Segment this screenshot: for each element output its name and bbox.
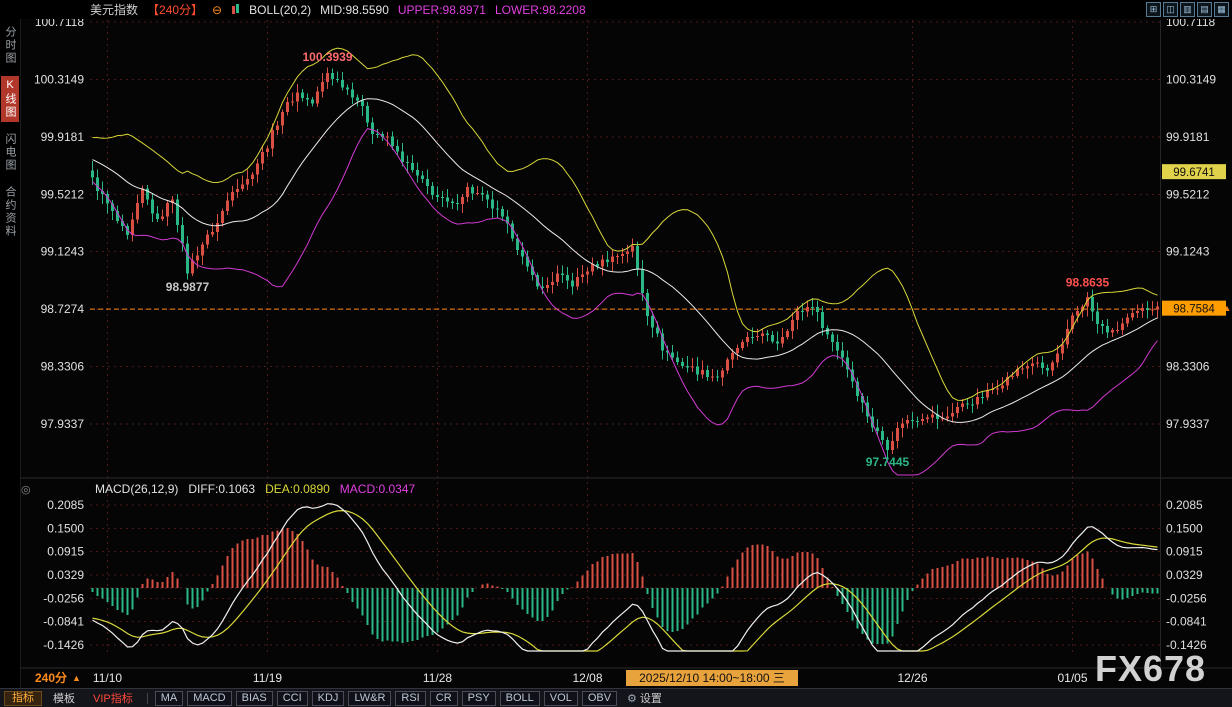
svg-text:0.2085: 0.2085: [47, 498, 84, 512]
window-layout-icon-3[interactable]: ▥: [1180, 2, 1195, 17]
gear-icon: ⚙: [627, 692, 637, 705]
tab-vip-indicators[interactable]: VIP指标: [86, 690, 140, 706]
svg-text:99.6741: 99.6741: [1173, 167, 1215, 179]
svg-text:99.9181: 99.9181: [1166, 130, 1210, 144]
indicator-kdj-button[interactable]: KDJ: [312, 691, 345, 706]
svg-text:-0.0841: -0.0841: [1166, 615, 1207, 629]
macd-panel-icon[interactable]: ◎: [21, 483, 31, 496]
settings-button[interactable]: ⚙ 设置: [627, 690, 662, 706]
boll-mid-value: MID:98.5590: [320, 3, 389, 17]
macd-diff-value: DIFF:0.1063: [188, 482, 255, 496]
svg-text:98.3306: 98.3306: [41, 360, 85, 374]
boll-upper-value: UPPER:98.8971: [398, 3, 486, 17]
svg-text:97.9337: 97.9337: [1166, 417, 1210, 431]
svg-text:0.0329: 0.0329: [47, 568, 84, 582]
macd-histogram: [93, 528, 1158, 644]
window-layout-icon-4[interactable]: ▤: [1197, 2, 1212, 17]
sidebar-item-contract-info[interactable]: 合约资料: [1, 183, 19, 241]
svg-text:11/10: 11/10: [93, 671, 122, 685]
date-axis: 11/10 11/19 11/28 12/08 12/26 01/05 2025/12/10…: [35, 670, 1088, 686]
svg-text:0.0915: 0.0915: [1166, 545, 1203, 559]
svg-text:2025/12/10 14:00~18:00 三: 2025/12/10 14:00~18:00 三: [639, 671, 785, 685]
boll-upper-line: [93, 48, 1158, 400]
macd-dea-value: DEA:0.0890: [265, 482, 330, 496]
grid-lines: [20, 20, 1232, 668]
svg-text:-0.1426: -0.1426: [43, 638, 84, 652]
indicator-vol-button[interactable]: VOL: [544, 691, 578, 706]
macd-params-label[interactable]: MACD(26,12,9): [95, 482, 178, 496]
candlestick-icon: [231, 4, 240, 15]
indicator-psy-button[interactable]: PSY: [462, 691, 496, 706]
svg-text:0.1500: 0.1500: [47, 521, 84, 535]
svg-text:-0.0256: -0.0256: [43, 591, 84, 605]
left-sidebar: 分时图 K线图 闪电图 合约资料: [0, 19, 21, 689]
svg-text:99.9181: 99.9181: [41, 130, 85, 144]
indicator-macd-button[interactable]: MACD: [187, 691, 231, 706]
svg-text:11/28: 11/28: [423, 671, 452, 685]
svg-text:11/19: 11/19: [253, 671, 282, 685]
candlesticks: [91, 67, 1159, 459]
bottom-toolbar: 指标 模板 VIP指标 MA MACD BIAS CCI KDJ LW&R RS…: [0, 688, 1232, 707]
svg-text:99.5212: 99.5212: [1166, 187, 1210, 201]
svg-text:98.7584: 98.7584: [1173, 304, 1215, 316]
svg-text:98.7274: 98.7274: [41, 302, 85, 316]
svg-text:01/05: 01/05: [1057, 671, 1087, 685]
tab-indicators[interactable]: 指标: [4, 691, 42, 706]
fx678-watermark: FX678: [1095, 648, 1206, 690]
collapse-icon[interactable]: ⊖: [212, 3, 222, 17]
svg-text:98.9877: 98.9877: [166, 280, 210, 294]
window-layout-icon-5[interactable]: ▦: [1214, 2, 1229, 17]
svg-text:100.3149: 100.3149: [34, 72, 84, 86]
svg-text:97.7445: 97.7445: [866, 455, 910, 469]
svg-text:98.8635: 98.8635: [1066, 276, 1110, 290]
svg-text:-0.0841: -0.0841: [43, 615, 84, 629]
settings-label: 设置: [640, 690, 662, 706]
chart-canvas[interactable]: 100.7118100.7118100.3149100.314999.91819…: [0, 0, 1232, 707]
svg-text:12/26: 12/26: [897, 671, 927, 685]
sidebar-item-time-chart[interactable]: 分时图: [1, 23, 19, 68]
indicator-obv-button[interactable]: OBV: [582, 691, 617, 706]
boll-lower-value: LOWER:98.2208: [495, 3, 586, 17]
indicator-ma-button[interactable]: MA: [155, 691, 184, 706]
trading-app-window: 100.7118100.7118100.3149100.314999.91819…: [0, 0, 1232, 707]
boll-indicator-label[interactable]: BOLL(20,2): [249, 3, 311, 17]
symbol-title: 美元指数: [90, 1, 138, 18]
svg-text:0.2085: 0.2085: [1166, 498, 1203, 512]
svg-text:100.3939: 100.3939: [302, 50, 352, 64]
svg-text:99.1243: 99.1243: [1166, 245, 1210, 259]
header-bar: 美元指数 【240分】 ⊖ BOLL(20,2) MID:98.5590 UPP…: [0, 0, 1232, 19]
macd-header: MACD(26,12,9) DIFF:0.1063 DEA:0.0890 MAC…: [95, 482, 415, 496]
svg-text:99.5212: 99.5212: [41, 187, 85, 201]
svg-text:99.1243: 99.1243: [41, 245, 85, 259]
svg-text:97.9337: 97.9337: [41, 417, 85, 431]
svg-text:98.3306: 98.3306: [1166, 360, 1210, 374]
indicator-bias-button[interactable]: BIAS: [236, 691, 273, 706]
macd-hist-value: MACD:0.0347: [340, 482, 415, 496]
axis-labels: 100.7118100.7118100.3149100.314999.91819…: [34, 15, 1216, 652]
window-controls: ⊞ ◫ ▥ ▤ ▦: [1146, 2, 1229, 17]
svg-text:0.0329: 0.0329: [1166, 568, 1203, 582]
toolbar-divider: [147, 693, 148, 704]
tab-templates[interactable]: 模板: [46, 690, 82, 706]
svg-text:100.3149: 100.3149: [1166, 72, 1216, 86]
svg-text:240分: 240分: [35, 670, 67, 685]
window-layout-icon-1[interactable]: ⊞: [1146, 2, 1161, 17]
window-layout-icon-2[interactable]: ◫: [1163, 2, 1178, 17]
sidebar-item-kline-chart[interactable]: K线图: [1, 76, 19, 122]
svg-text:0.1500: 0.1500: [1166, 521, 1203, 535]
svg-text:▲: ▲: [72, 673, 81, 683]
indicator-boll-button[interactable]: BOLL: [500, 691, 540, 706]
indicator-cr-button[interactable]: CR: [430, 691, 458, 706]
svg-text:0.0915: 0.0915: [47, 545, 84, 559]
indicator-rsi-button[interactable]: RSI: [395, 691, 425, 706]
boll-mid-line: [93, 99, 1158, 423]
period-label: 【240分】: [147, 1, 203, 18]
sidebar-item-flash-chart[interactable]: 闪电图: [1, 130, 19, 175]
indicator-cci-button[interactable]: CCI: [277, 691, 308, 706]
svg-text:12/08: 12/08: [572, 671, 602, 685]
svg-text:-0.0256: -0.0256: [1166, 591, 1207, 605]
indicator-wr-button[interactable]: LW&R: [348, 691, 391, 706]
